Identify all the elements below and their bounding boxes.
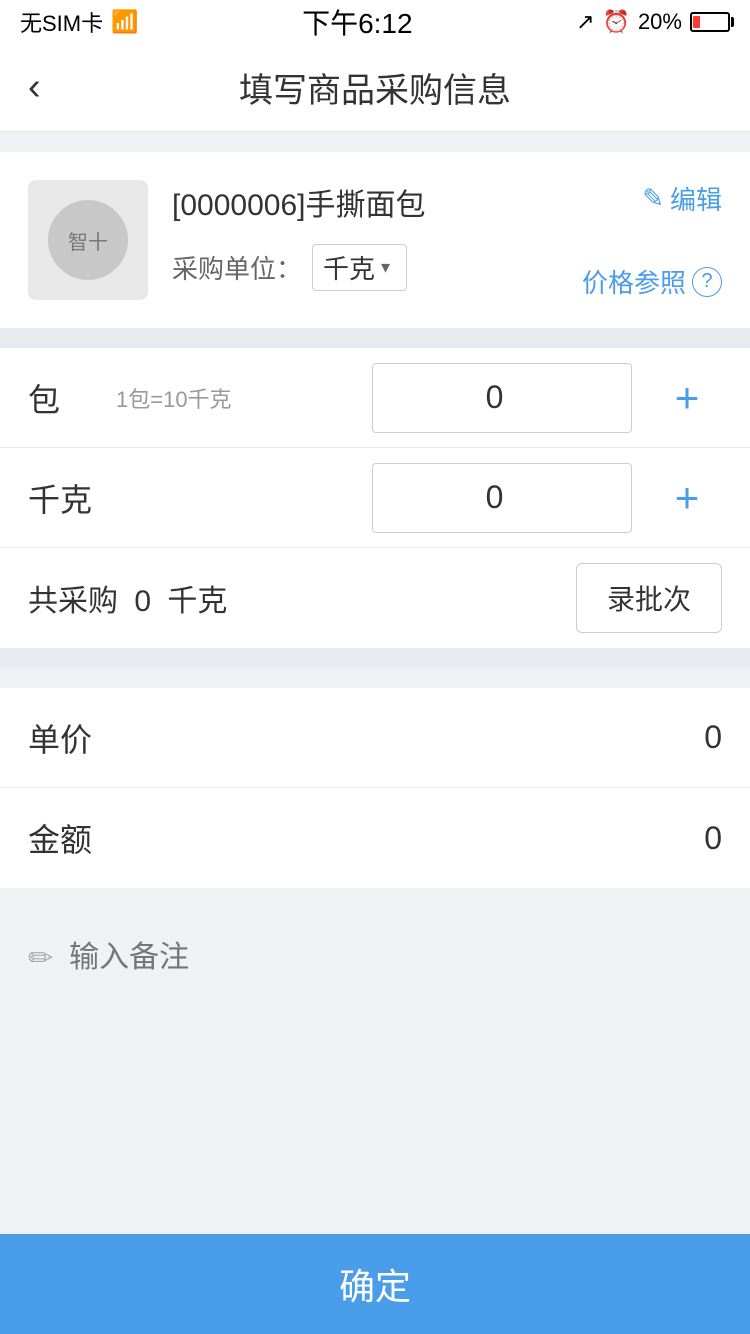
edit-label: 编辑 (670, 180, 722, 217)
battery-icon (690, 12, 730, 32)
unit-value: 千克 (323, 249, 375, 286)
confirm-button[interactable]: 确定 (0, 1234, 750, 1334)
battery-percentage: 20% (638, 9, 682, 35)
nav-bar: ‹ 填写商品采购信息 (0, 44, 750, 132)
product-card: 智十 [0000006]手撕面包 采购单位： 千克 ▾ ✎ 编辑 价格参照 ? (0, 152, 750, 328)
unit-price-label: 单价 (28, 715, 92, 761)
unit-price-value: 0 (704, 719, 722, 756)
kg-input-wrap: + (108, 463, 722, 533)
alarm-icon: ⏰ (603, 9, 630, 35)
price-section: 单价 0 金额 0 (0, 688, 750, 888)
product-image: 智十 (28, 180, 148, 300)
price-ref-label: 价格参照 (582, 263, 686, 300)
bao-sub-label: 1包=10千克 (116, 382, 232, 414)
bao-plus-button[interactable]: + (652, 363, 722, 433)
edit-button[interactable]: ✎ 编辑 (642, 180, 722, 217)
status-bar-right: ↗ ⏰ 20% (576, 9, 730, 35)
help-icon: ? (692, 267, 722, 297)
amount-label: 金额 (28, 815, 92, 861)
bao-input-wrap: + (232, 363, 722, 433)
product-name: [0000006]手撕面包 (172, 180, 722, 224)
product-thumbnail: 智十 (48, 200, 128, 280)
summary-amount: 0 (134, 585, 151, 618)
batch-button[interactable]: 录批次 (576, 563, 722, 633)
section-divider-2 (0, 648, 750, 668)
kg-input[interactable] (372, 463, 632, 533)
input-section: 包 1包=10千克 + 千克 + (0, 348, 750, 548)
edit-icon: ✎ (642, 183, 664, 214)
unit-price-row: 单价 0 (0, 688, 750, 788)
unit-dropdown[interactable]: 千克 ▾ (312, 244, 407, 291)
amount-value: 0 (704, 820, 722, 857)
back-button[interactable]: ‹ (28, 66, 41, 109)
purchase-unit-label: 采购单位： (172, 249, 302, 286)
kg-label: 千克 (28, 475, 108, 521)
wifi-icon: 📶 (111, 9, 138, 35)
chevron-down-icon: ▾ (381, 257, 390, 278)
notes-input[interactable] (69, 941, 722, 975)
pencil-icon: ✏ (28, 941, 53, 976)
price-ref-button[interactable]: 价格参照 ? (582, 263, 722, 300)
section-divider-1 (0, 328, 750, 348)
location-icon: ↗ (576, 9, 594, 35)
kg-input-row: 千克 + (0, 448, 750, 548)
amount-row: 金额 0 (0, 788, 750, 888)
bao-input[interactable] (372, 363, 632, 433)
carrier-label: 无SIM卡 (20, 6, 103, 38)
notes-section: ✏ (0, 908, 750, 1008)
status-bar-time: 下午6:12 (302, 2, 413, 42)
kg-plus-button[interactable]: + (652, 463, 722, 533)
summary-unit: 千克 (167, 585, 227, 618)
summary-text: 共采购 0 千克 (28, 576, 227, 620)
page-title: 填写商品采购信息 (239, 63, 511, 112)
summary-prefix: 共采购 (28, 585, 118, 618)
status-bar-left: 无SIM卡 📶 (20, 6, 139, 38)
bao-input-row: 包 1包=10千克 + (0, 348, 750, 448)
status-bar: 无SIM卡 📶 下午6:12 ↗ ⏰ 20% (0, 0, 750, 44)
summary-row: 共采购 0 千克 录批次 (0, 548, 750, 648)
bao-label: 包 (28, 375, 108, 421)
